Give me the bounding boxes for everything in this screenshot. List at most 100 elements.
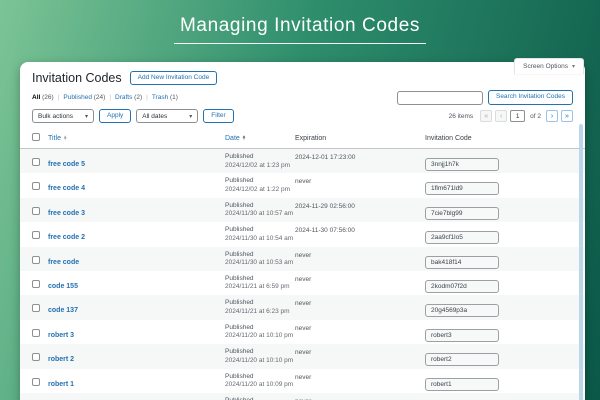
row-checkbox[interactable] (32, 255, 40, 264)
row-title-link[interactable]: free code 4 (48, 185, 85, 192)
row-checkbox[interactable] (32, 353, 40, 362)
screen-options-label: Screen Options (523, 63, 568, 70)
row-title-link[interactable]: free code 2 (48, 234, 85, 241)
items-count: 26 items (448, 112, 474, 120)
panel-title: Invitation Codes (32, 71, 122, 85)
row-expiration: never (295, 349, 312, 357)
tablenav: Bulk actions ▾ Apply All dates ▾ Filter … (32, 108, 573, 124)
row-code-input[interactable] (425, 255, 499, 269)
first-page-button: « (480, 110, 493, 122)
row-expiration: never (295, 300, 312, 308)
row-title-link[interactable]: free code 3 (48, 210, 85, 217)
row-checkbox[interactable] (32, 279, 40, 288)
row-title-link[interactable]: robert 3 (48, 332, 74, 339)
row-title-link[interactable]: robert 1 (48, 381, 74, 388)
row-title-link[interactable]: code 155 (48, 283, 78, 290)
chevron-down-icon: ▾ (84, 113, 88, 120)
bulk-actions-select[interactable]: Bulk actions ▾ (32, 109, 94, 123)
row-code-input[interactable] (425, 377, 499, 391)
next-page-button[interactable]: › (546, 110, 558, 122)
filter-link-published[interactable]: Published (24) (63, 94, 105, 101)
filter-link-trash[interactable]: Trash (1) (152, 94, 178, 101)
sort-by-date-link[interactable]: Date ▲ ▼ (225, 133, 247, 142)
filter-count: (24) (91, 94, 106, 101)
row-code-input[interactable] (425, 353, 499, 367)
add-new-invitation-code-button[interactable]: Add New Invitation Code (129, 70, 218, 86)
row-status: Published (225, 177, 254, 185)
search-input[interactable] (396, 90, 483, 105)
row-title-link[interactable]: free code 5 (48, 161, 85, 168)
sort-by-title-link[interactable]: Title ▲ ▼ (48, 134, 67, 142)
row-checkbox[interactable] (32, 182, 40, 191)
table-row: code 155 Published 2024/11/21 at 6:59 pm… (20, 271, 585, 295)
row-title-link[interactable]: free code (48, 259, 79, 266)
row-date: 2024/11/20 at 10:10 pm (225, 356, 294, 364)
row-expiration: never (295, 373, 312, 381)
row-date: 2024/11/20 at 10:10 pm (225, 332, 294, 340)
row-checkbox[interactable] (32, 206, 40, 215)
row-status: Published (225, 348, 254, 356)
row-code-input[interactable] (425, 279, 499, 293)
total-pages-label: of 2 (530, 112, 541, 120)
table-row: robert 3 Published 2024/11/20 at 10:10 p… (20, 320, 585, 344)
row-checkbox[interactable] (32, 328, 40, 337)
table-body: free code 5 Published 2024/12/02 at 1:23… (20, 149, 585, 400)
row-date: 2024/11/21 at 6:59 pm (225, 283, 290, 291)
row-title-link[interactable]: code 137 (48, 307, 78, 314)
chevron-down-icon: ▾ (189, 113, 193, 120)
row-date: 2024/12/02 at 1:23 pm (225, 161, 291, 169)
last-page-button[interactable]: » (561, 110, 573, 122)
filter-label: Drafts (115, 94, 133, 101)
row-checkbox[interactable] (32, 304, 40, 313)
page: Managing Invitation Codes Screen Options… (0, 0, 600, 400)
sort-icon: ▲ ▼ (241, 133, 247, 141)
row-expiration: never (295, 251, 312, 259)
search-invitation-codes-button[interactable]: Search Invitation Codes (487, 90, 573, 105)
row-status: Published (225, 372, 254, 380)
table-row: robert 2 Published 2024/11/20 at 10:10 p… (20, 344, 585, 369)
row-checkbox[interactable] (32, 377, 40, 386)
row-date: 2024/11/21 at 6:23 pm (225, 307, 290, 315)
row-status: Published (225, 250, 254, 258)
filter-link-drafts[interactable]: Drafts (2) (115, 94, 142, 101)
invitation-codes-panel: Invitation Codes Add New Invitation Code… (20, 62, 585, 400)
banner: Managing Invitation Codes (0, 0, 600, 58)
filter-separator: | (57, 94, 60, 101)
row-expiration: never (295, 324, 312, 332)
row-status: Published (225, 274, 254, 282)
row-code-input[interactable] (425, 231, 499, 245)
filters-and-search-row: All (26) | Published (24) | Drafts (2) | Trash… (32, 90, 573, 105)
row-expiration: never (295, 275, 312, 283)
row-status: Published (225, 226, 254, 234)
row-title-link[interactable]: robert 2 (48, 356, 74, 363)
screen-options-button[interactable]: Screen Options ▾ (514, 58, 584, 74)
row-code-input[interactable] (425, 158, 499, 171)
row-checkbox[interactable] (32, 158, 40, 166)
select-all-checkbox[interactable] (32, 133, 40, 141)
search-area: Search Invitation Codes (396, 90, 573, 105)
filter-separator: | (146, 94, 148, 101)
table-row: code 137 Published 2024/11/21 at 6:23 pm… (20, 295, 585, 320)
column-expiration-label: Expiration (295, 134, 327, 142)
filter-count: (26) (40, 94, 54, 101)
filter-link-all[interactable]: All (26) (32, 94, 54, 101)
apply-button[interactable]: Apply (99, 108, 132, 124)
scrollbar[interactable] (579, 124, 583, 400)
row-checkbox[interactable] (32, 231, 40, 240)
row-date: 2024/11/30 at 10:54 am (225, 234, 294, 242)
bulk-actions-label: Bulk actions (38, 112, 74, 120)
row-code-input[interactable] (425, 206, 499, 220)
all-dates-select[interactable]: All dates ▾ (136, 109, 199, 123)
row-status: Published (225, 299, 254, 307)
row-code-input[interactable] (425, 182, 499, 196)
table-row: free code 2 Published 2024/11/30 at 10:5… (20, 222, 585, 246)
row-date: 2024/12/02 at 1:22 pm (225, 185, 291, 193)
current-page-input[interactable] (510, 110, 526, 122)
row-date: 2024/11/30 at 10:53 am (225, 259, 294, 267)
filter-label: Trash (151, 94, 169, 101)
column-date-label: Date (225, 134, 240, 142)
row-code-input[interactable] (425, 328, 499, 342)
filter-separator: | (109, 94, 112, 101)
filter-button[interactable]: Filter (203, 108, 234, 124)
row-code-input[interactable] (425, 304, 499, 318)
